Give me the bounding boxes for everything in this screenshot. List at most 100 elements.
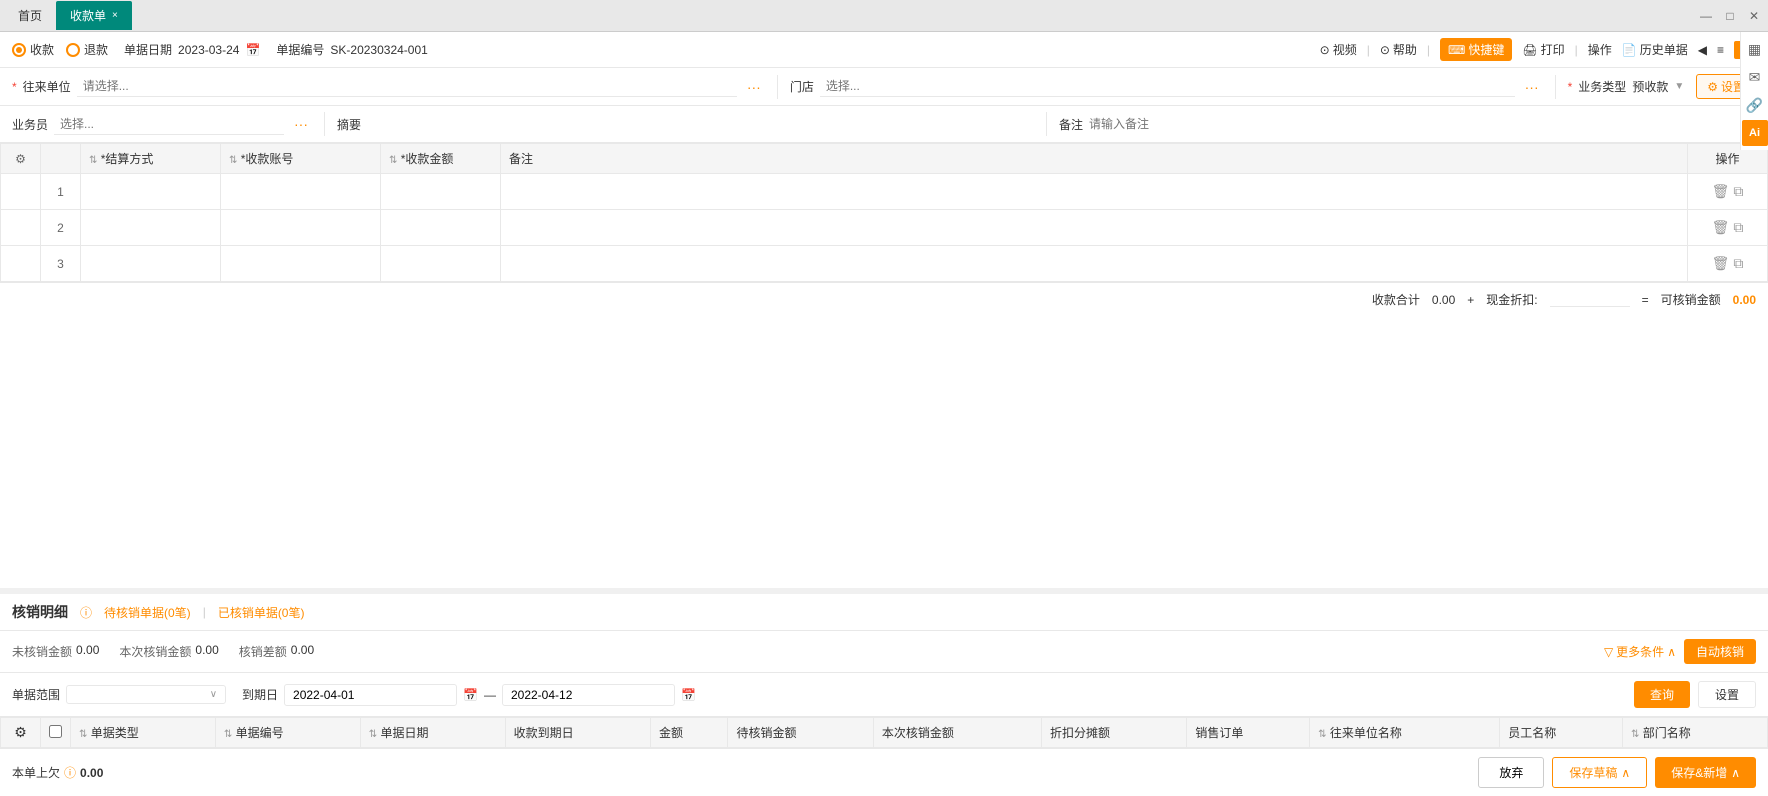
delete-row-2-icon[interactable]: 🗑 — [1712, 219, 1730, 236]
sidebar-ai-icon[interactable]: Ai — [1742, 120, 1768, 146]
number-label: 单据编号 — [276, 41, 324, 58]
nav-icon[interactable]: ≡ — [1717, 43, 1724, 57]
store-input[interactable] — [820, 76, 1515, 97]
col-pending-header: 待核销金额 — [728, 718, 873, 748]
counterpart-more-button[interactable]: ··· — [743, 79, 765, 95]
current-stat: 本次核销金额 0.00 — [119, 643, 218, 660]
copy-row-1-icon[interactable]: ⧉ — [1733, 183, 1743, 200]
filter-icon: ▽ — [1604, 645, 1613, 659]
tab-home[interactable]: 首页 — [4, 1, 56, 30]
delete-row-1-icon[interactable]: 🗑 — [1712, 183, 1730, 200]
verify-stats: 未核销金额 0.00 本次核销金额 0.00 核销差额 0.00 ▽ 更多条件 … — [0, 631, 1768, 673]
help-button[interactable]: ⊙ 帮助 — [1380, 41, 1417, 58]
business-type-dropdown-arrow[interactable]: ▼ — [1674, 81, 1684, 92]
operation-button[interactable]: 操作 — [1588, 41, 1612, 58]
col-due-date-header: 收款到期日 — [505, 718, 650, 748]
save-new-button[interactable]: 保存&新增 ∧ — [1655, 757, 1756, 788]
right-sidebar: ▦ ✉ 🔗 Ai — [1740, 32, 1768, 150]
bottom-bar: 本单上欠 ⓘ 0.00 放弃 保存草稿 ∧ 保存&新增 ∧ — [0, 748, 1768, 796]
discount-input[interactable] — [1550, 292, 1630, 307]
col-doc-type-header: ⇅ 单据类型 — [71, 718, 216, 748]
col-settle-header[interactable]: ⇅ *结算方式 — [81, 144, 221, 174]
col-remark-header: 备注 — [501, 144, 1688, 174]
filter-row: 单据范围 ∨ 到期日 📅 — 📅 查询 设置 — [0, 673, 1768, 717]
copy-row-3-icon[interactable]: ⧉ — [1733, 255, 1743, 272]
shortcut-button[interactable]: ⌨ 快捷键 — [1440, 38, 1512, 61]
video-button[interactable]: ⊙ 视频 — [1320, 41, 1357, 58]
col-current-header: 本次核销金额 — [873, 718, 1041, 748]
total-value: 0.00 — [1432, 293, 1455, 307]
maximize-button[interactable]: □ — [1720, 6, 1740, 26]
range-select[interactable]: ∨ — [66, 685, 226, 704]
verify-info-icon[interactable]: ⓘ — [80, 604, 92, 621]
receipt-table: ⚙ ⇅ *结算方式 ⇅ *收款账号 ⇅ *收款金额 备注 操作 — [0, 143, 1768, 282]
col-amount-header[interactable]: ⇅ *收款金额 — [381, 144, 501, 174]
receipt-radio[interactable]: 收款 — [12, 41, 54, 58]
salesperson-input[interactable] — [54, 114, 284, 135]
print-button[interactable]: 🖨 打印 — [1522, 41, 1564, 58]
delete-row-3-icon[interactable]: 🗑 — [1712, 255, 1730, 272]
sidebar-attachment-icon[interactable]: 🔗 — [1742, 92, 1768, 118]
save-arrow-icon: ∧ — [1731, 766, 1740, 780]
checkbox-col[interactable] — [41, 718, 71, 748]
counterpart-input[interactable] — [77, 76, 737, 97]
main-table-area: ⚙ ⇅ *结算方式 ⇅ *收款账号 ⇅ *收款金额 备注 操作 — [0, 143, 1768, 588]
remark-input[interactable] — [1089, 117, 1756, 131]
store-field: 门店 ··· — [790, 76, 1543, 97]
calendar-icon[interactable]: 📅 — [245, 43, 260, 57]
bottom-info-icon[interactable]: ⓘ — [64, 764, 76, 781]
summary-label: 摘要 — [337, 116, 361, 133]
table-settings-icon[interactable]: ⚙ — [15, 152, 26, 166]
auto-verify-button[interactable]: 自动核销 — [1684, 639, 1756, 664]
store-more-button[interactable]: ··· — [1521, 79, 1543, 95]
salesperson-more-button[interactable]: ··· — [290, 116, 312, 132]
tab-receipt[interactable]: 收款单 × — [56, 1, 132, 30]
calendar-from-icon[interactable]: 📅 — [463, 688, 478, 702]
close-button[interactable]: ✕ — [1744, 6, 1764, 26]
verify-header: 核销明细 ⓘ 待核销单据(0笔) | 已核销单据(0笔) — [0, 594, 1768, 631]
bottom-label: 本单上欠 — [12, 764, 60, 781]
refund-radio[interactable]: 退款 — [66, 41, 108, 58]
checkbox-header[interactable]: ⚙ — [1, 718, 41, 748]
summary-input[interactable] — [367, 117, 1034, 131]
verify-table: ⚙ ⇅ 单据类型 ⇅ 单据编号 ⇅ 单据日期 — [0, 717, 1768, 748]
sidebar-email-icon[interactable]: ✉ — [1742, 64, 1768, 90]
col-sales-order-header: 销售订单 — [1187, 718, 1310, 748]
discard-button[interactable]: 放弃 — [1478, 757, 1544, 788]
col-settings-header[interactable]: ⚙ — [1, 144, 41, 174]
copy-row-2-icon[interactable]: ⧉ — [1733, 219, 1743, 236]
save-draft-button[interactable]: 保存草稿 ∧ — [1552, 757, 1647, 788]
done-tab[interactable]: 已核销单据(0笔) — [218, 604, 305, 621]
form-row-2: 业务员 ··· 摘要 备注 — [0, 106, 1768, 143]
counterpart-field: * 往来单位 ··· — [12, 76, 765, 97]
pending-tab[interactable]: 待核销单据(0笔) — [104, 604, 191, 621]
help-icon: ⊙ — [1380, 43, 1390, 57]
diff-stat: 核销差额 0.00 — [239, 643, 314, 660]
business-type-field: * 业务类型 预收款 ▼ — [1568, 78, 1685, 95]
toolbar-right: ⊙ 视频 | ⊙ 帮助 | ⌨ 快捷键 🖨 打印 | 操作 📄 — [1320, 38, 1756, 61]
number-field: 单据编号 SK-20230324-001 — [276, 41, 427, 58]
refund-radio-label: 退款 — [84, 41, 108, 58]
more-conditions-button[interactable]: ▽ 更多条件 ∧ — [1604, 643, 1676, 660]
history-button[interactable]: 📄 历史单据 — [1622, 41, 1688, 58]
config-button[interactable]: 设置 — [1698, 681, 1756, 708]
date-from-input[interactable] — [284, 684, 457, 706]
minimize-button[interactable]: — — [1696, 6, 1716, 26]
col-amount-header: 金额 — [651, 718, 728, 748]
prev-button[interactable]: ◀ — [1698, 43, 1707, 57]
bottom-info: 本单上欠 ⓘ 0.00 — [12, 764, 103, 781]
date-range-field: 到期日 📅 — 📅 — [242, 684, 696, 706]
tab-close-icon[interactable]: × — [112, 10, 118, 21]
row-3-actions: 🗑 ⧉ — [1696, 255, 1759, 272]
date-to-input[interactable] — [502, 684, 675, 706]
toolbar-row: 收款 退款 单据日期 2023-03-24 📅 单据编号 SK-20230324… — [0, 32, 1768, 68]
sidebar-table-icon[interactable]: ▦ — [1742, 36, 1768, 62]
col-account-header[interactable]: ⇅ *收款账号 — [221, 144, 381, 174]
print-icon: 🖨 — [1522, 43, 1537, 57]
select-all-checkbox[interactable] — [49, 725, 62, 738]
calendar-to-icon[interactable]: 📅 — [681, 688, 696, 702]
table-settings-lower-icon[interactable]: ⚙ — [14, 724, 27, 740]
table-row: 3 🗑 ⧉ — [1, 246, 1768, 282]
unverified-stat: 未核销金额 0.00 — [12, 643, 99, 660]
query-button[interactable]: 查询 — [1634, 681, 1690, 708]
